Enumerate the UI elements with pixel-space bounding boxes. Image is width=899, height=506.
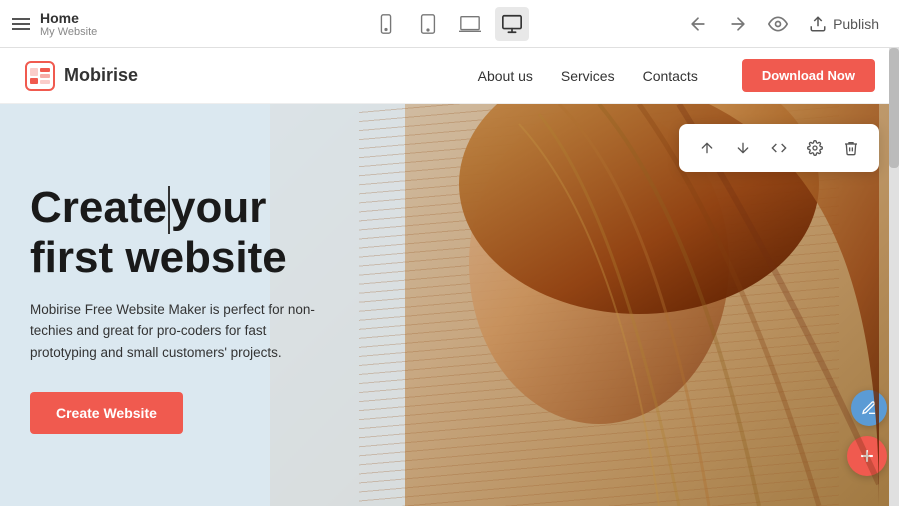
home-title: Home: [40, 10, 97, 26]
text-cursor: [168, 186, 170, 234]
logo-text: Mobirise: [64, 65, 138, 86]
hero-title-line2: first website: [30, 234, 287, 282]
scrollbar[interactable]: [889, 48, 899, 506]
hero-title-line1: Create: [30, 184, 167, 232]
hero-title: Create your first website: [30, 184, 410, 283]
site-logo: Mobirise: [24, 60, 478, 92]
site-navbar: Mobirise About us Services Contacts Down…: [0, 48, 899, 104]
device-desktop-button[interactable]: [495, 7, 529, 41]
publish-button[interactable]: Publish: [801, 11, 887, 37]
device-tablet-button[interactable]: [411, 7, 445, 41]
device-laptop-button[interactable]: [453, 7, 487, 41]
settings-button[interactable]: [797, 130, 833, 166]
menu-icon[interactable]: [12, 18, 30, 30]
logo-icon: [24, 60, 56, 92]
top-toolbar: Home My Website: [0, 0, 899, 48]
publish-label: Publish: [833, 16, 879, 32]
nav-link-services[interactable]: Services: [561, 68, 615, 84]
hero-section: Create your first website Mobirise Free …: [0, 104, 899, 506]
nav-link-about[interactable]: About us: [478, 68, 533, 84]
hero-description: Mobirise Free Website Maker is perfect f…: [30, 299, 330, 364]
device-mobile-button[interactable]: [369, 7, 403, 41]
code-button[interactable]: [761, 130, 797, 166]
hero-content: Create your first website Mobirise Free …: [30, 184, 410, 434]
hero-cta-button[interactable]: Create Website: [30, 392, 183, 434]
float-toolbar: [679, 124, 879, 172]
nav-link-contacts[interactable]: Contacts: [643, 68, 698, 84]
delete-button[interactable]: [833, 130, 869, 166]
home-subtitle: My Website: [40, 26, 97, 38]
hero-title-your: your: [171, 184, 266, 232]
home-info: Home My Website: [40, 10, 97, 38]
scrollbar-thumb[interactable]: [889, 48, 899, 168]
preview-button[interactable]: [761, 7, 795, 41]
back-button[interactable]: [681, 7, 715, 41]
nav-cta-button[interactable]: Download Now: [742, 59, 875, 92]
move-down-button[interactable]: [725, 130, 761, 166]
move-up-button[interactable]: [689, 130, 725, 166]
forward-button[interactable]: [721, 7, 755, 41]
site-nav-links: About us Services Contacts Download Now: [478, 59, 875, 92]
